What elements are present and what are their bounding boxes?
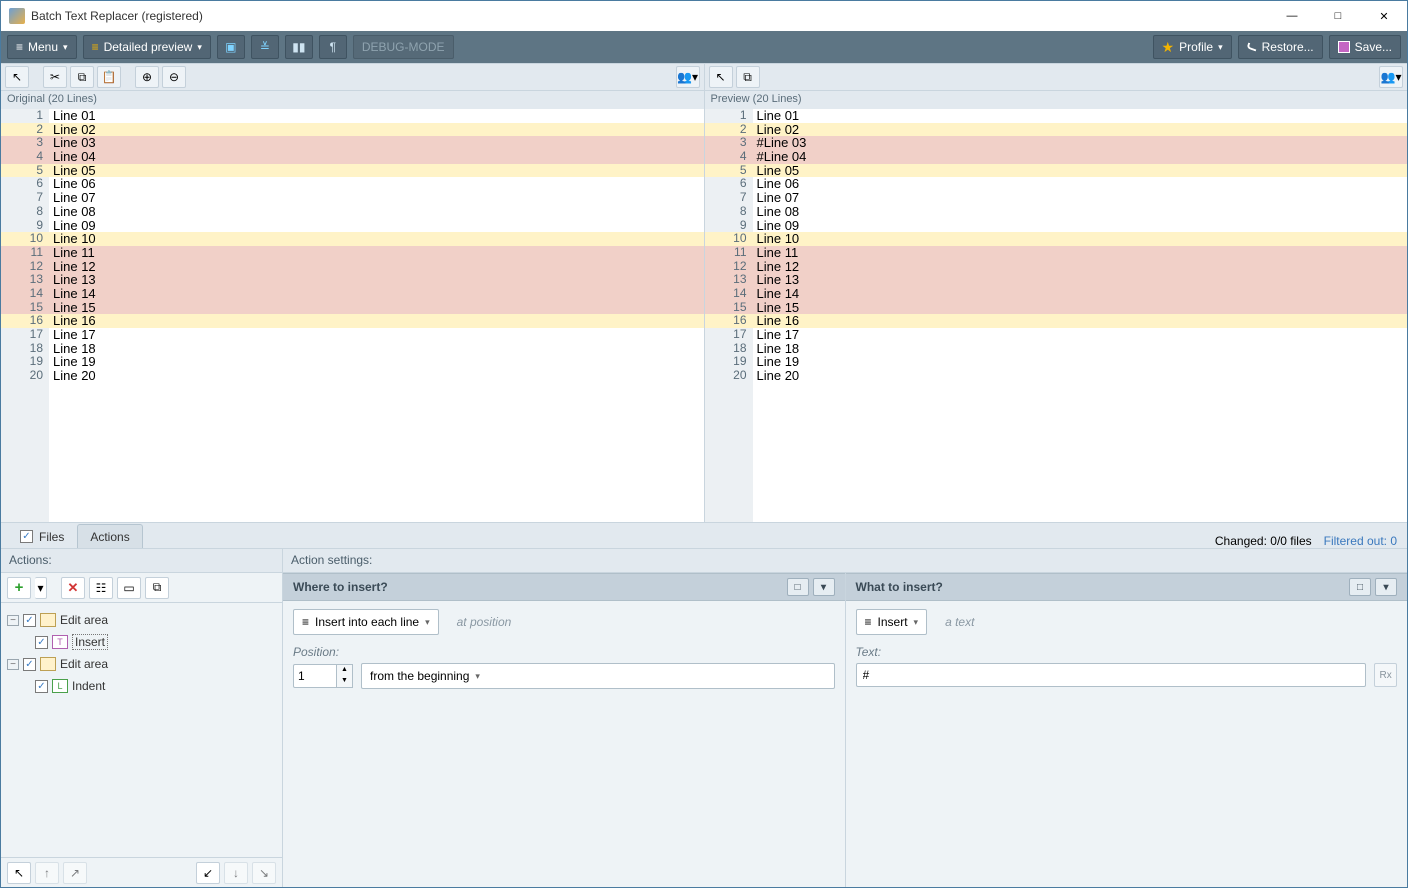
what-hint: a text — [945, 615, 974, 629]
tree-node-insert[interactable]: T Insert — [5, 631, 278, 653]
tree-checkbox[interactable] — [23, 614, 36, 627]
what-dropdown-icon[interactable]: ▾ — [1375, 578, 1397, 596]
tree-node-edit-area-2[interactable]: − Edit area — [5, 653, 278, 675]
arrow-out-button[interactable]: ↗ — [63, 862, 87, 884]
app-icon — [9, 8, 25, 24]
arrow-in-button[interactable]: ↙ — [196, 862, 220, 884]
maximize-button[interactable]: □ — [1315, 1, 1361, 31]
minimize-button[interactable]: — — [1269, 1, 1315, 31]
original-gutter: 1234567891011121314151617181920 — [1, 109, 49, 522]
insert-mode-dropdown[interactable]: ≡Insert into each line▾ — [293, 609, 439, 635]
tabs-row: Files Actions Changed: 0/0 files Filtere… — [1, 523, 1407, 549]
find-dropdown-icon[interactable]: 👥▾ — [676, 66, 700, 88]
tree-checkbox[interactable] — [35, 636, 48, 649]
detailed-preview-button[interactable]: ≡Detailed preview▾ — [83, 35, 211, 59]
arrow-down-right-button[interactable]: ↘ — [252, 862, 276, 884]
preview-pane: Preview (20 Lines) 123456789101112131415… — [705, 91, 1408, 522]
cut-icon[interactable]: ✂ — [43, 66, 67, 88]
debug-mode-button[interactable]: DEBUG-MODE — [353, 35, 454, 59]
changed-status: Changed: 0/0 files — [1215, 534, 1312, 548]
arrow-up-button[interactable]: ↑ — [35, 862, 59, 884]
tree-checkbox[interactable] — [35, 680, 48, 693]
actions-panel: Actions: + ▾ ✕ ☷ ▭ ⧉ − Edit area — [1, 549, 283, 887]
text-label: Text: — [856, 645, 1398, 659]
from-dropdown[interactable]: from the beginning▾ — [361, 663, 835, 689]
arrow-down-button[interactable]: ↓ — [224, 862, 248, 884]
filtered-link[interactable]: Filtered out: 0 — [1324, 534, 1397, 548]
original-toolbar: ↖ ✂ ⧉ 📋 ⊕ ⊖ 👥▾ — [1, 63, 705, 91]
preview-content[interactable]: Line 01Line 02#Line 03#Line 04Line 05Lin… — [753, 109, 1408, 522]
action-tool-1[interactable]: ☷ — [89, 577, 113, 599]
position-input[interactable] — [293, 664, 337, 688]
indent-icon: L — [52, 679, 68, 693]
actions-header: Actions: — [1, 549, 282, 573]
regex-button[interactable]: Rx — [1374, 663, 1397, 687]
arrow-up-left-button[interactable]: ↖ — [7, 862, 31, 884]
position-label: Position: — [293, 645, 835, 659]
insert-type-dropdown[interactable]: ≡Insert▾ — [856, 609, 928, 635]
select-cursor-icon-2[interactable]: ↖ — [709, 66, 733, 88]
delete-action-button[interactable]: ✕ — [61, 577, 85, 599]
original-title: Original (20 Lines) — [1, 91, 704, 109]
spin-down-icon[interactable]: ▼ — [337, 676, 352, 687]
select-cursor-icon[interactable]: ↖ — [5, 66, 29, 88]
settings-header: Action settings: — [283, 549, 1407, 573]
tab-actions[interactable]: Actions — [77, 524, 142, 548]
area-icon — [40, 613, 56, 627]
what-section-head: What to insert? □ ▾ — [846, 573, 1408, 601]
main-toolbar: ≡Menu▾ ≡Detailed preview▾ ▣ ≚ ▮▮ ¶ DEBUG… — [1, 31, 1407, 63]
close-button[interactable]: ✕ — [1361, 1, 1407, 31]
tool-icon-2[interactable]: ≚ — [251, 35, 279, 59]
what-maximize-icon[interactable]: □ — [1349, 578, 1371, 596]
preview-toolbar: ↖ ⧉ 👥▾ — [705, 63, 1408, 91]
tree-checkbox[interactable] — [23, 658, 36, 671]
action-tool-2[interactable]: ▭ — [117, 577, 141, 599]
pause-button[interactable]: ▮▮ — [285, 35, 313, 59]
save-button[interactable]: Save... — [1329, 35, 1401, 59]
zoom-out-icon[interactable]: ⊖ — [162, 66, 186, 88]
settings-panel: Action settings: Where to insert? □ ▾ — [283, 549, 1407, 887]
tree-node-indent[interactable]: L Indent — [5, 675, 278, 697]
action-copy-button[interactable]: ⧉ — [145, 577, 169, 599]
add-dropdown-button[interactable]: ▾ — [35, 577, 47, 599]
where-hint: at position — [457, 615, 512, 629]
tool-icon-1[interactable]: ▣ — [217, 35, 245, 59]
original-pane: Original (20 Lines) 12345678910111213141… — [1, 91, 705, 522]
copy-icon-2[interactable]: ⧉ — [736, 66, 760, 88]
titlebar: Batch Text Replacer (registered) — □ ✕ — [1, 1, 1407, 31]
where-dropdown-icon[interactable]: ▾ — [813, 578, 835, 596]
collapse-icon[interactable]: − — [7, 659, 19, 670]
preview-title: Preview (20 Lines) — [705, 91, 1408, 109]
paste-icon[interactable]: 📋 — [97, 66, 121, 88]
tree-node-edit-area-1[interactable]: − Edit area — [5, 609, 278, 631]
window-title: Batch Text Replacer (registered) — [31, 9, 1269, 23]
restore-button[interactable]: Restore... — [1238, 35, 1323, 59]
insert-text-input[interactable] — [856, 663, 1367, 687]
files-checkbox-icon[interactable] — [20, 530, 33, 543]
collapse-icon[interactable]: − — [7, 615, 19, 626]
tab-files[interactable]: Files — [7, 524, 77, 548]
original-content[interactable]: Line 01Line 02Line 03Line 04Line 05Line … — [49, 109, 704, 522]
spin-up-icon[interactable]: ▲ — [337, 665, 352, 676]
area-icon — [40, 657, 56, 671]
pilcrow-button[interactable]: ¶ — [319, 35, 347, 59]
actions-tree: − Edit area T Insert − Edit are — [1, 603, 282, 857]
profile-button[interactable]: ★Profile▾ — [1153, 35, 1232, 59]
zoom-in-icon[interactable]: ⊕ — [135, 66, 159, 88]
preview-gutter: 1234567891011121314151617181920 — [705, 109, 753, 522]
copy-icon[interactable]: ⧉ — [70, 66, 94, 88]
find-dropdown-icon-2[interactable]: 👥▾ — [1379, 66, 1403, 88]
menu-button[interactable]: ≡Menu▾ — [7, 35, 77, 59]
add-action-button[interactable]: + — [7, 577, 31, 599]
where-section-head: Where to insert? □ ▾ — [283, 573, 845, 601]
where-maximize-icon[interactable]: □ — [787, 578, 809, 596]
insert-icon: T — [52, 635, 68, 649]
